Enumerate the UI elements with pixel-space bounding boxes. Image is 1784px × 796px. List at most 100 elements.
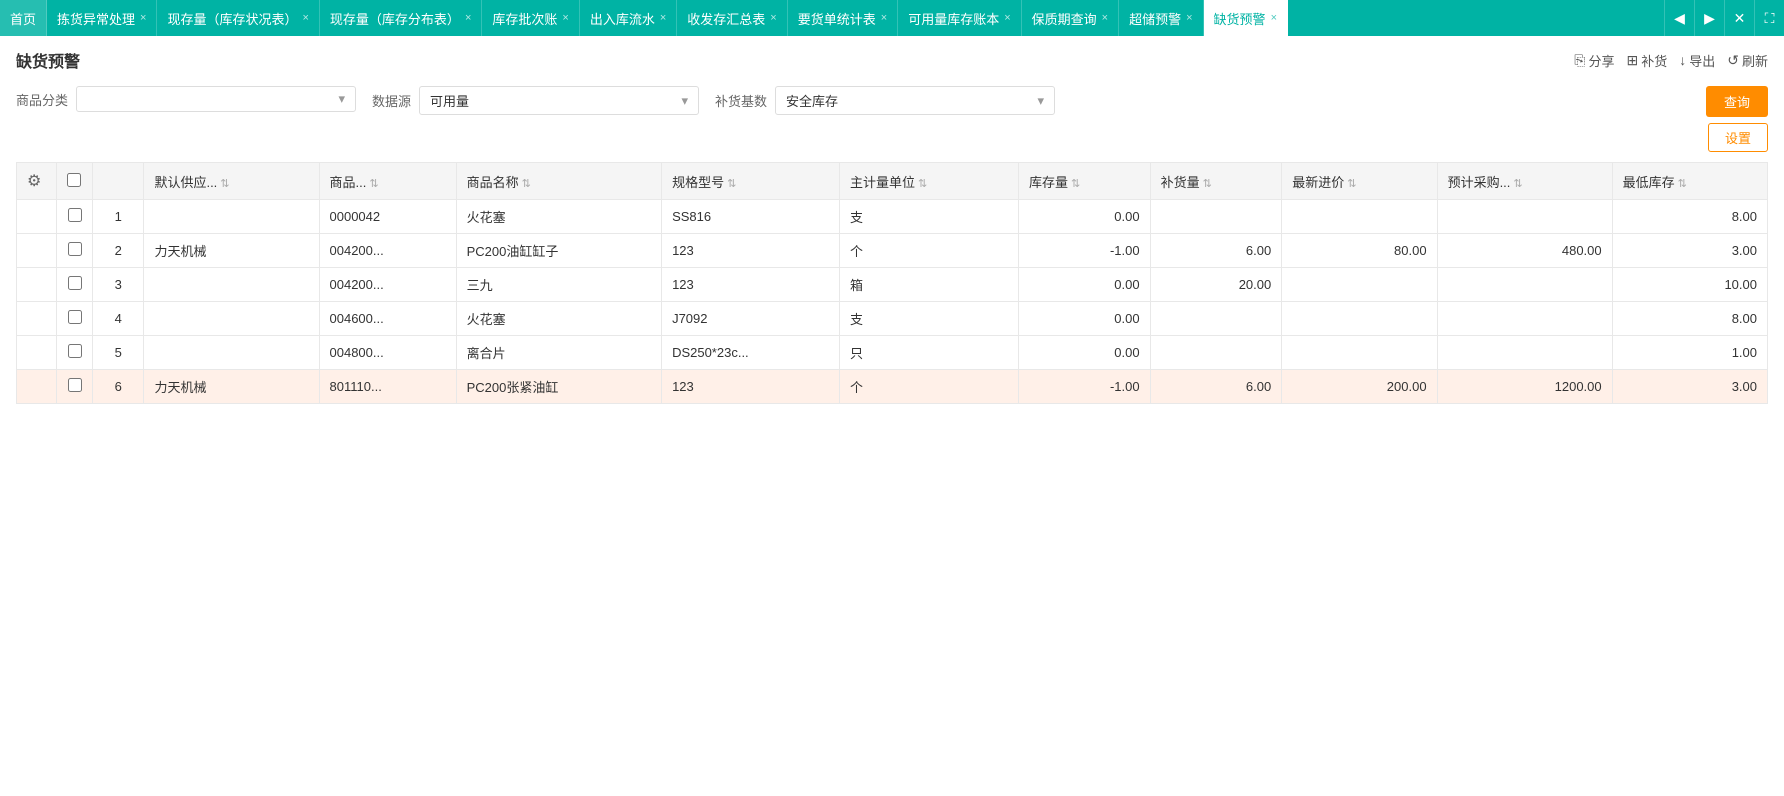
replenish-icon: ⊞ bbox=[1626, 52, 1638, 69]
cell-gear-3 bbox=[17, 302, 57, 336]
cell-replenish_qty-1: 6.00 bbox=[1150, 234, 1282, 268]
data-table: ⚙默认供应...⇅商品...⇅商品名称⇅规格型号⇅主计量单位⇅库存量⇅补货量⇅最… bbox=[16, 162, 1768, 404]
row-checkbox-1[interactable] bbox=[68, 242, 82, 256]
sort-icon-product_code[interactable]: ⇅ bbox=[369, 177, 378, 190]
close-tab-icon-8[interactable]: × bbox=[1004, 12, 1010, 24]
cell-unit-3: 支 bbox=[839, 302, 1018, 336]
th-check bbox=[57, 163, 93, 200]
category-select[interactable]: ▾ bbox=[76, 86, 356, 112]
filter-group-datasource: 数据源 可用量 ▾ bbox=[372, 86, 699, 115]
cell-stock-5: -1.00 bbox=[1018, 370, 1150, 404]
row-checkbox-3[interactable] bbox=[68, 310, 82, 324]
replenish-button[interactable]: ⊞ 补货 bbox=[1626, 51, 1667, 70]
th-default_supplier: 默认供应...⇅ bbox=[144, 163, 319, 200]
nav-tab-0[interactable]: 首页 bbox=[0, 0, 47, 36]
th-seq bbox=[93, 163, 144, 200]
cell-seq-2: 3 bbox=[93, 268, 144, 302]
cell-seq-3: 4 bbox=[93, 302, 144, 336]
cell-replenish_qty-3 bbox=[1150, 302, 1282, 336]
sort-icon-min_stock[interactable]: ⇅ bbox=[1678, 177, 1687, 190]
close-tab-icon-3[interactable]: × bbox=[465, 12, 471, 24]
cell-spec-3: J7092 bbox=[662, 302, 840, 336]
sort-icon-unit[interactable]: ⇅ bbox=[918, 177, 927, 190]
row-checkbox-5[interactable] bbox=[68, 378, 82, 392]
cell-unit-0: 支 bbox=[839, 200, 1018, 234]
close-tab-icon-5[interactable]: × bbox=[660, 12, 666, 24]
cell-estimated_purchase-2 bbox=[1437, 268, 1612, 302]
cell-unit-4: 只 bbox=[839, 336, 1018, 370]
cell-latest_price-5: 200.00 bbox=[1282, 370, 1437, 404]
cell-product_code-0: 0000042 bbox=[319, 200, 456, 234]
datasource-select[interactable]: 可用量 ▾ bbox=[419, 86, 699, 115]
close-tab-icon-10[interactable]: × bbox=[1186, 12, 1192, 24]
sort-icon-latest_price[interactable]: ⇅ bbox=[1347, 177, 1356, 190]
sort-icon-stock[interactable]: ⇅ bbox=[1071, 177, 1080, 190]
replenish-base-select[interactable]: 安全库存 ▾ bbox=[775, 86, 1055, 115]
sort-icon-estimated_purchase[interactable]: ⇅ bbox=[1513, 177, 1522, 190]
nav-tab-2[interactable]: 现存量（库存状况表）× bbox=[157, 0, 319, 36]
settings-button[interactable]: 设置 bbox=[1708, 123, 1768, 152]
cell-default_supplier-1: 力天机械 bbox=[144, 234, 319, 268]
nav-close-button[interactable]: ✕ bbox=[1724, 0, 1754, 36]
col-label-product_name: 商品名称 bbox=[467, 175, 519, 190]
th-product_code: 商品...⇅ bbox=[319, 163, 456, 200]
cell-estimated_purchase-1: 480.00 bbox=[1437, 234, 1612, 268]
close-tab-icon-2[interactable]: × bbox=[302, 12, 308, 24]
cell-latest_price-4 bbox=[1282, 336, 1437, 370]
sort-icon-default_supplier[interactable]: ⇅ bbox=[220, 177, 229, 190]
nav-tab-5[interactable]: 出入库流水× bbox=[580, 0, 677, 36]
page-header: 缺货预警 ⎘ 分享 ⊞ 补货 ↓ 导出 ↺ 刷新 bbox=[16, 48, 1768, 72]
close-tab-icon-4[interactable]: × bbox=[562, 12, 568, 24]
table-row: 5004800...离合片DS250*23c...只0.001.00 bbox=[17, 336, 1768, 370]
nav-tab-3[interactable]: 现存量（库存分布表）× bbox=[320, 0, 482, 36]
refresh-button[interactable]: ↺ 刷新 bbox=[1727, 51, 1768, 70]
share-button[interactable]: ⎘ 分享 bbox=[1574, 51, 1614, 70]
close-tab-icon-11[interactable]: × bbox=[1271, 12, 1277, 24]
main-content: 缺货预警 ⎘ 分享 ⊞ 补货 ↓ 导出 ↺ 刷新 商品分类 bbox=[0, 36, 1784, 796]
close-tab-icon-7[interactable]: × bbox=[881, 12, 887, 24]
cell-spec-4: DS250*23c... bbox=[662, 336, 840, 370]
cell-estimated_purchase-0 bbox=[1437, 200, 1612, 234]
query-button[interactable]: 查询 bbox=[1706, 86, 1768, 117]
replenish-base-caret-icon: ▾ bbox=[1038, 93, 1045, 109]
filter-actions: 查询 设置 bbox=[1706, 86, 1768, 152]
cell-spec-5: 123 bbox=[662, 370, 840, 404]
nav-tab-9[interactable]: 保质期查询× bbox=[1022, 0, 1119, 36]
nav-tab-1[interactable]: 拣货异常处理× bbox=[47, 0, 157, 36]
category-caret-icon: ▾ bbox=[338, 91, 345, 107]
export-button[interactable]: ↓ 导出 bbox=[1679, 51, 1715, 70]
nav-tab-4[interactable]: 库存批次账× bbox=[482, 0, 579, 36]
nav-next-button[interactable]: ▶ bbox=[1694, 0, 1724, 36]
col-label-replenish_qty: 补货量 bbox=[1161, 175, 1200, 190]
close-tab-icon-1[interactable]: × bbox=[140, 12, 146, 24]
nav-tab-6[interactable]: 收发存汇总表× bbox=[677, 0, 787, 36]
select-all-checkbox[interactable] bbox=[67, 173, 81, 187]
th-gear[interactable]: ⚙ bbox=[17, 163, 57, 200]
col-label-estimated_purchase: 预计采购... bbox=[1448, 175, 1511, 190]
settings-gear-icon[interactable]: ⚙ bbox=[27, 173, 41, 190]
cell-check-4 bbox=[57, 336, 93, 370]
nav-fullscreen-button[interactable]: ⛶ bbox=[1754, 0, 1784, 36]
close-tab-icon-9[interactable]: × bbox=[1102, 12, 1108, 24]
row-checkbox-2[interactable] bbox=[68, 276, 82, 290]
top-nav: 首页拣货异常处理×现存量（库存状况表）×现存量（库存分布表）×库存批次账×出入库… bbox=[0, 0, 1784, 36]
nav-tab-11[interactable]: 缺货预警× bbox=[1204, 0, 1288, 36]
th-replenish_qty: 补货量⇅ bbox=[1150, 163, 1282, 200]
cell-product_code-1: 004200... bbox=[319, 234, 456, 268]
refresh-icon: ↺ bbox=[1727, 52, 1739, 69]
cell-min_stock-0: 8.00 bbox=[1612, 200, 1767, 234]
cell-gear-2 bbox=[17, 268, 57, 302]
row-checkbox-4[interactable] bbox=[68, 344, 82, 358]
close-tab-icon-6[interactable]: × bbox=[770, 12, 776, 24]
cell-gear-1 bbox=[17, 234, 57, 268]
nav-tab-8[interactable]: 可用量库存账本× bbox=[898, 0, 1021, 36]
row-checkbox-0[interactable] bbox=[68, 208, 82, 222]
nav-tab-7[interactable]: 要货单统计表× bbox=[788, 0, 898, 36]
sort-icon-replenish_qty[interactable]: ⇅ bbox=[1203, 177, 1212, 190]
cell-seq-0: 1 bbox=[93, 200, 144, 234]
sort-icon-product_name[interactable]: ⇅ bbox=[522, 177, 531, 190]
sort-icon-spec[interactable]: ⇅ bbox=[727, 177, 736, 190]
nav-prev-button[interactable]: ◀ bbox=[1664, 0, 1694, 36]
cell-latest_price-1: 80.00 bbox=[1282, 234, 1437, 268]
nav-tab-10[interactable]: 超储预警× bbox=[1119, 0, 1203, 36]
